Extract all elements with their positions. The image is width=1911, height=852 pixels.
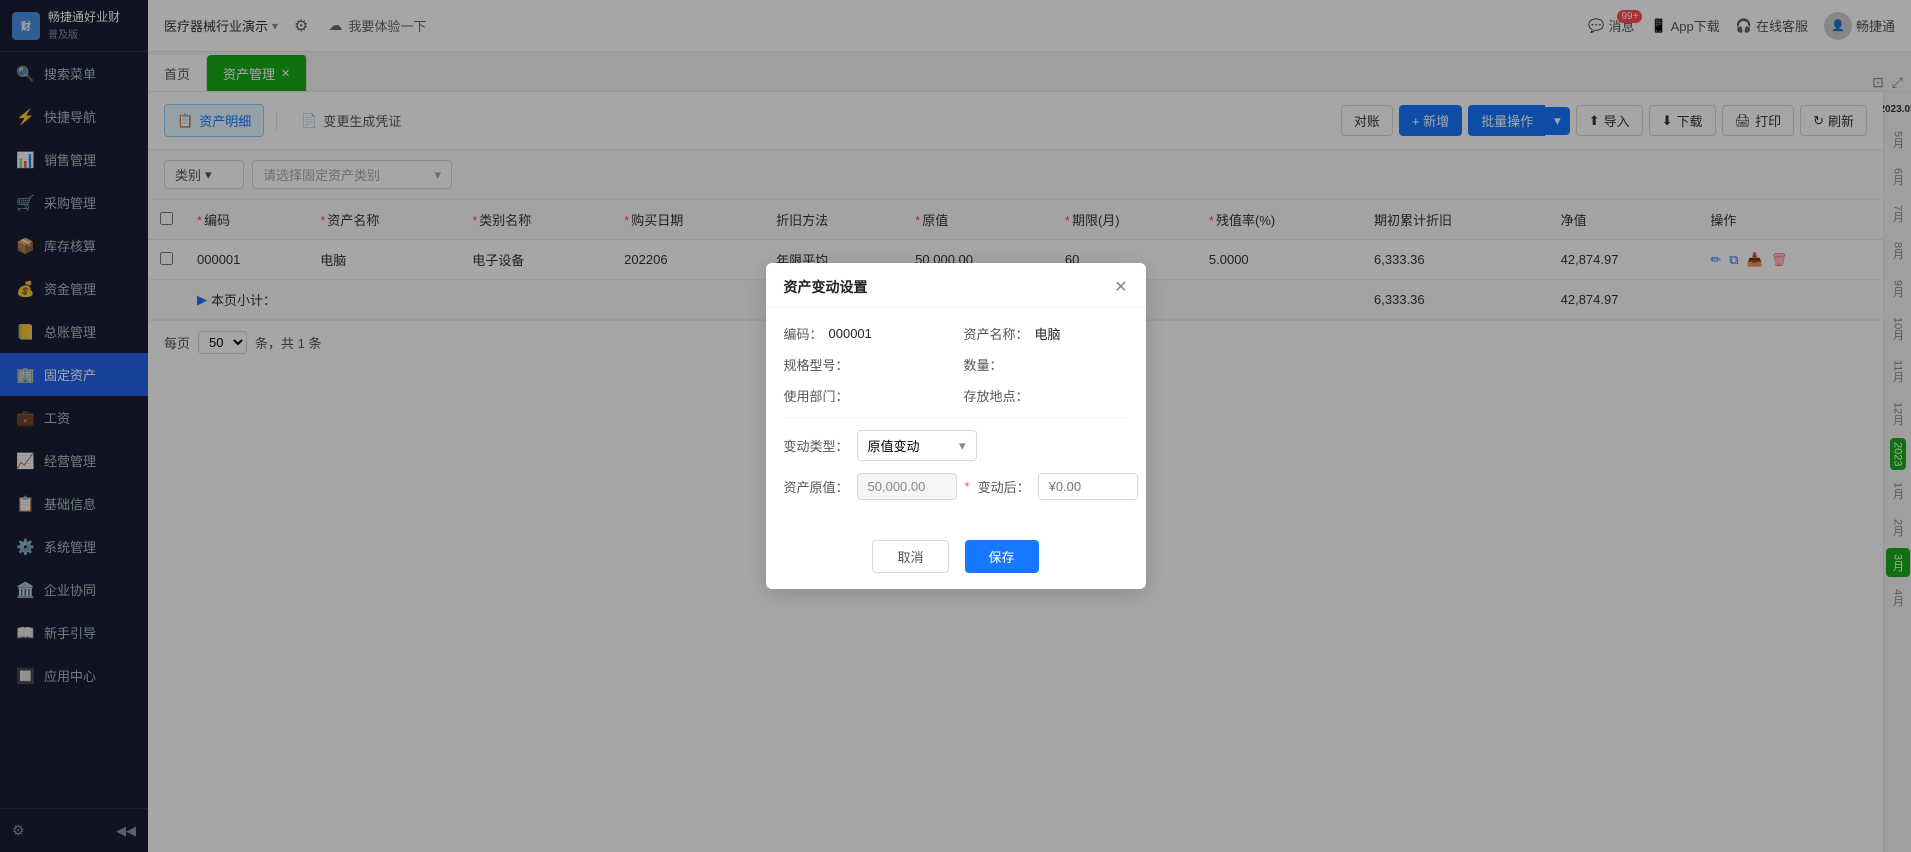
code-label: 编码：: [784, 324, 823, 343]
asset-change-dialog: 资产变动设置 ✕ 编码： 000001 资产名称： 电脑 规格型号：: [766, 263, 1146, 589]
after-change-input[interactable]: [1038, 473, 1138, 500]
dialog-close-btn[interactable]: ✕: [1114, 277, 1127, 297]
code-value: 000001: [829, 326, 872, 341]
dialog-code-field: 编码： 000001: [784, 324, 948, 343]
change-type-row: 变动类型： 原值变动 ▾: [784, 430, 1128, 461]
asset-value-input[interactable]: [857, 473, 957, 500]
dialog-separator: [784, 417, 1128, 418]
dialog-row-2: 规格型号： 数量：: [784, 355, 1128, 374]
dept-label: 使用部门：: [784, 386, 849, 405]
save-button[interactable]: 保存: [965, 540, 1039, 573]
dialog-body: 编码： 000001 资产名称： 电脑 规格型号： 数量：: [766, 308, 1146, 528]
dialog-quantity-field: 数量：: [964, 355, 1128, 374]
dialog-row-1: 编码： 000001 资产名称： 电脑: [784, 324, 1128, 343]
change-type-value: 原值变动: [868, 436, 920, 455]
asset-value-row: 资产原值： * 变动后：: [784, 473, 1128, 500]
spec-label: 规格型号：: [784, 355, 849, 374]
required-star: *: [965, 479, 970, 494]
dialog-overlay[interactable]: 资产变动设置 ✕ 编码： 000001 资产名称： 电脑 规格型号：: [0, 0, 1911, 852]
change-type-label: 变动类型：: [784, 436, 849, 455]
change-type-select[interactable]: 原值变动 ▾: [857, 430, 977, 461]
dialog-header: 资产变动设置 ✕: [766, 263, 1146, 308]
change-type-dropdown-icon: ▾: [959, 438, 966, 454]
dialog-asset-name-field: 资产名称： 电脑: [964, 324, 1128, 343]
dialog-title: 资产变动设置: [784, 277, 868, 297]
asset-value-label: 资产原值：: [784, 477, 849, 496]
quantity-label: 数量：: [964, 355, 1003, 374]
dialog-row-3: 使用部门： 存放地点：: [784, 386, 1128, 405]
dialog-location-field: 存放地点：: [964, 386, 1128, 405]
dialog-dept-field: 使用部门：: [784, 386, 948, 405]
cancel-button[interactable]: 取消: [872, 540, 948, 573]
location-label: 存放地点：: [964, 386, 1029, 405]
asset-name-value: 电脑: [1035, 324, 1061, 343]
after-change-label: 变动后：: [978, 477, 1030, 496]
dialog-footer: 取消 保存: [766, 528, 1146, 589]
asset-name-label: 资产名称：: [964, 324, 1029, 343]
dialog-spec-field: 规格型号：: [784, 355, 948, 374]
